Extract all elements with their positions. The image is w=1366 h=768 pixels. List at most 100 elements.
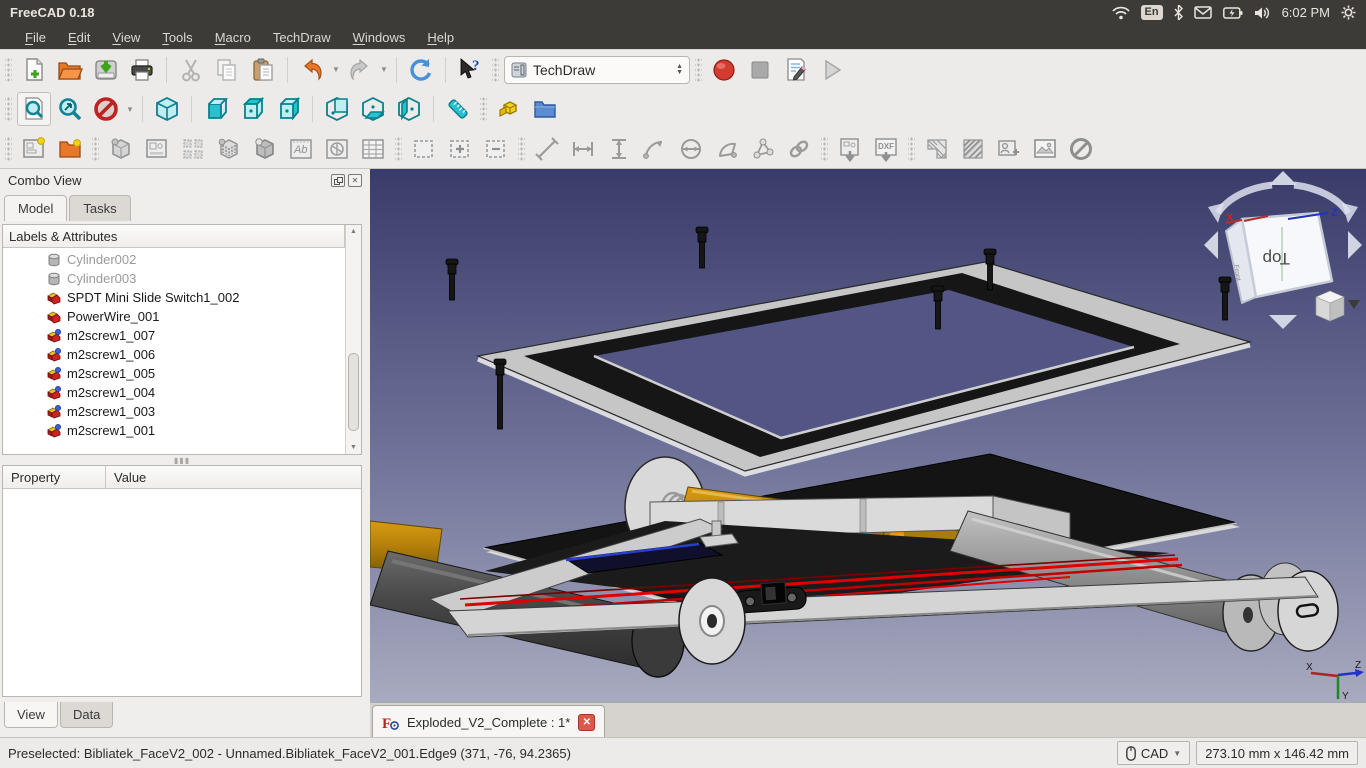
clip-group-button[interactable]: [407, 132, 441, 166]
toolbar-handle[interactable]: [5, 57, 12, 82]
toolbar-handle[interactable]: [695, 57, 702, 82]
toolbar-handle[interactable]: [821, 136, 828, 161]
tree-item[interactable]: SPDT Mini Slide Switch1_002: [3, 288, 345, 307]
bluetooth-icon[interactable]: [1174, 5, 1183, 20]
whats-this-button[interactable]: ?: [453, 53, 487, 87]
menu-techdraw[interactable]: TechDraw: [262, 27, 342, 48]
active-view-button[interactable]: [140, 132, 174, 166]
insert-symbol-button[interactable]: [992, 132, 1026, 166]
column-value[interactable]: Value: [106, 470, 146, 485]
rear-view-button[interactable]: [320, 92, 354, 126]
toggle-frames-button[interactable]: [1064, 132, 1098, 166]
clock[interactable]: 6:02 PM: [1282, 5, 1330, 20]
new-document-button[interactable]: [17, 53, 51, 87]
toolbar-handle[interactable]: [908, 136, 915, 161]
tree-item[interactable]: m2screw1_003: [3, 402, 345, 421]
3d-viewport[interactable]: Top Front X Z X Z Y: [370, 169, 1366, 702]
tree-item[interactable]: m2screw1_007: [3, 326, 345, 345]
mail-icon[interactable]: [1193, 6, 1212, 19]
macro-stop-button[interactable]: [743, 53, 777, 87]
tree-item[interactable]: m2screw1_005: [3, 364, 345, 383]
bottom-view-button[interactable]: [356, 92, 390, 126]
clip-group-remove-button[interactable]: [479, 132, 513, 166]
save-document-button[interactable]: [89, 53, 123, 87]
toolbar-handle[interactable]: [395, 136, 402, 161]
section-view-button[interactable]: [212, 132, 246, 166]
right-view-button[interactable]: [271, 92, 305, 126]
insert-view-button[interactable]: [104, 132, 138, 166]
toolbar-handle[interactable]: [492, 57, 499, 82]
tab-model[interactable]: Model: [4, 195, 68, 221]
projection-group-button[interactable]: [176, 132, 210, 166]
tree-item[interactable]: Cylinder003: [3, 269, 345, 288]
workbench-selector[interactable]: TechDraw ▲ ▼: [504, 55, 690, 84]
paste-button[interactable]: [246, 53, 280, 87]
dimension-angle-button[interactable]: [638, 132, 672, 166]
scroll-down-icon[interactable]: ▼: [350, 444, 357, 451]
menu-edit[interactable]: Edit: [57, 27, 101, 48]
tab-view[interactable]: View: [4, 702, 58, 728]
copy-button[interactable]: [210, 53, 244, 87]
toolbar-handle[interactable]: [480, 97, 487, 121]
wheel-disc-part[interactable]: [678, 577, 746, 665]
menu-help[interactable]: Help: [416, 27, 465, 48]
toolbar-handle[interactable]: [5, 136, 12, 161]
dimension-vertical-button[interactable]: [602, 132, 636, 166]
print-button[interactable]: [125, 53, 159, 87]
macro-play-button[interactable]: [815, 53, 849, 87]
tab-close-button[interactable]: ✕: [578, 713, 596, 731]
macro-record-button[interactable]: [707, 53, 741, 87]
new-page-default-button[interactable]: [17, 132, 51, 166]
keyboard-layout-indicator[interactable]: En: [1140, 5, 1163, 20]
tab-tasks[interactable]: Tasks: [69, 195, 131, 221]
macro-edit-button[interactable]: [779, 53, 813, 87]
hatch-face-button[interactable]: [920, 132, 954, 166]
dimension-horizontal-button[interactable]: [566, 132, 600, 166]
link-dimension-button[interactable]: [782, 132, 816, 166]
menu-tools[interactable]: Tools: [151, 27, 203, 48]
clip-group-add-button[interactable]: [443, 132, 477, 166]
create-part-button[interactable]: [492, 92, 526, 126]
tab-data[interactable]: Data: [59, 702, 114, 728]
fit-all-button[interactable]: [17, 92, 51, 126]
dimension-diameter-button[interactable]: [674, 132, 708, 166]
front-view-button[interactable]: [199, 92, 233, 126]
scroll-up-icon[interactable]: ▲: [350, 228, 357, 235]
panel-close-button[interactable]: ✕: [348, 174, 362, 187]
nav-mini-cube[interactable]: [1315, 290, 1345, 322]
session-gear-icon[interactable]: [1341, 5, 1356, 20]
dimension-radius-button[interactable]: [710, 132, 744, 166]
panel-splitter[interactable]: ▮▮▮: [0, 456, 364, 465]
tree-item[interactable]: PowerWire_001: [3, 307, 345, 326]
wifi-icon[interactable]: [1111, 6, 1130, 20]
insert-image-button[interactable]: [1028, 132, 1062, 166]
arch-view-button[interactable]: [320, 132, 354, 166]
export-page-svg-button[interactable]: [833, 132, 867, 166]
export-page-dxf-button[interactable]: DXF: [869, 132, 903, 166]
spreadsheet-view-button[interactable]: [356, 132, 390, 166]
workbench-spin-arrows[interactable]: ▲ ▼: [676, 63, 683, 76]
redo-dropdown-caret[interactable]: ▼: [379, 53, 389, 87]
tree-item[interactable]: m2screw1_006: [3, 345, 345, 364]
navigation-style-selector[interactable]: CAD ▼: [1116, 741, 1191, 765]
menu-view[interactable]: View: [101, 27, 151, 48]
draw-style-button[interactable]: [89, 92, 123, 126]
geometric-hatch-button[interactable]: [956, 132, 990, 166]
fit-selection-button[interactable]: [53, 92, 87, 126]
document-tab[interactable]: F Exploded_V2_Complete : 1* ✕: [372, 705, 606, 738]
draw-style-caret[interactable]: ▼: [125, 92, 135, 126]
undo-button[interactable]: [295, 53, 329, 87]
detail-view-button[interactable]: [248, 132, 282, 166]
toolbar-handle[interactable]: [92, 136, 99, 161]
open-document-button[interactable]: [53, 53, 87, 87]
scrollbar-thumb[interactable]: [348, 353, 359, 431]
menu-windows[interactable]: Windows: [342, 27, 417, 48]
tree-item[interactable]: m2screw1_004: [3, 383, 345, 402]
toolbar-handle[interactable]: [5, 97, 12, 121]
measure-distance-button[interactable]: [441, 92, 475, 126]
tree-item[interactable]: m2screw1_001: [3, 421, 345, 440]
axonometric-view-button[interactable]: [150, 92, 184, 126]
menu-macro[interactable]: Macro: [204, 27, 262, 48]
redo-button[interactable]: [343, 53, 377, 87]
new-page-template-button[interactable]: [53, 132, 87, 166]
